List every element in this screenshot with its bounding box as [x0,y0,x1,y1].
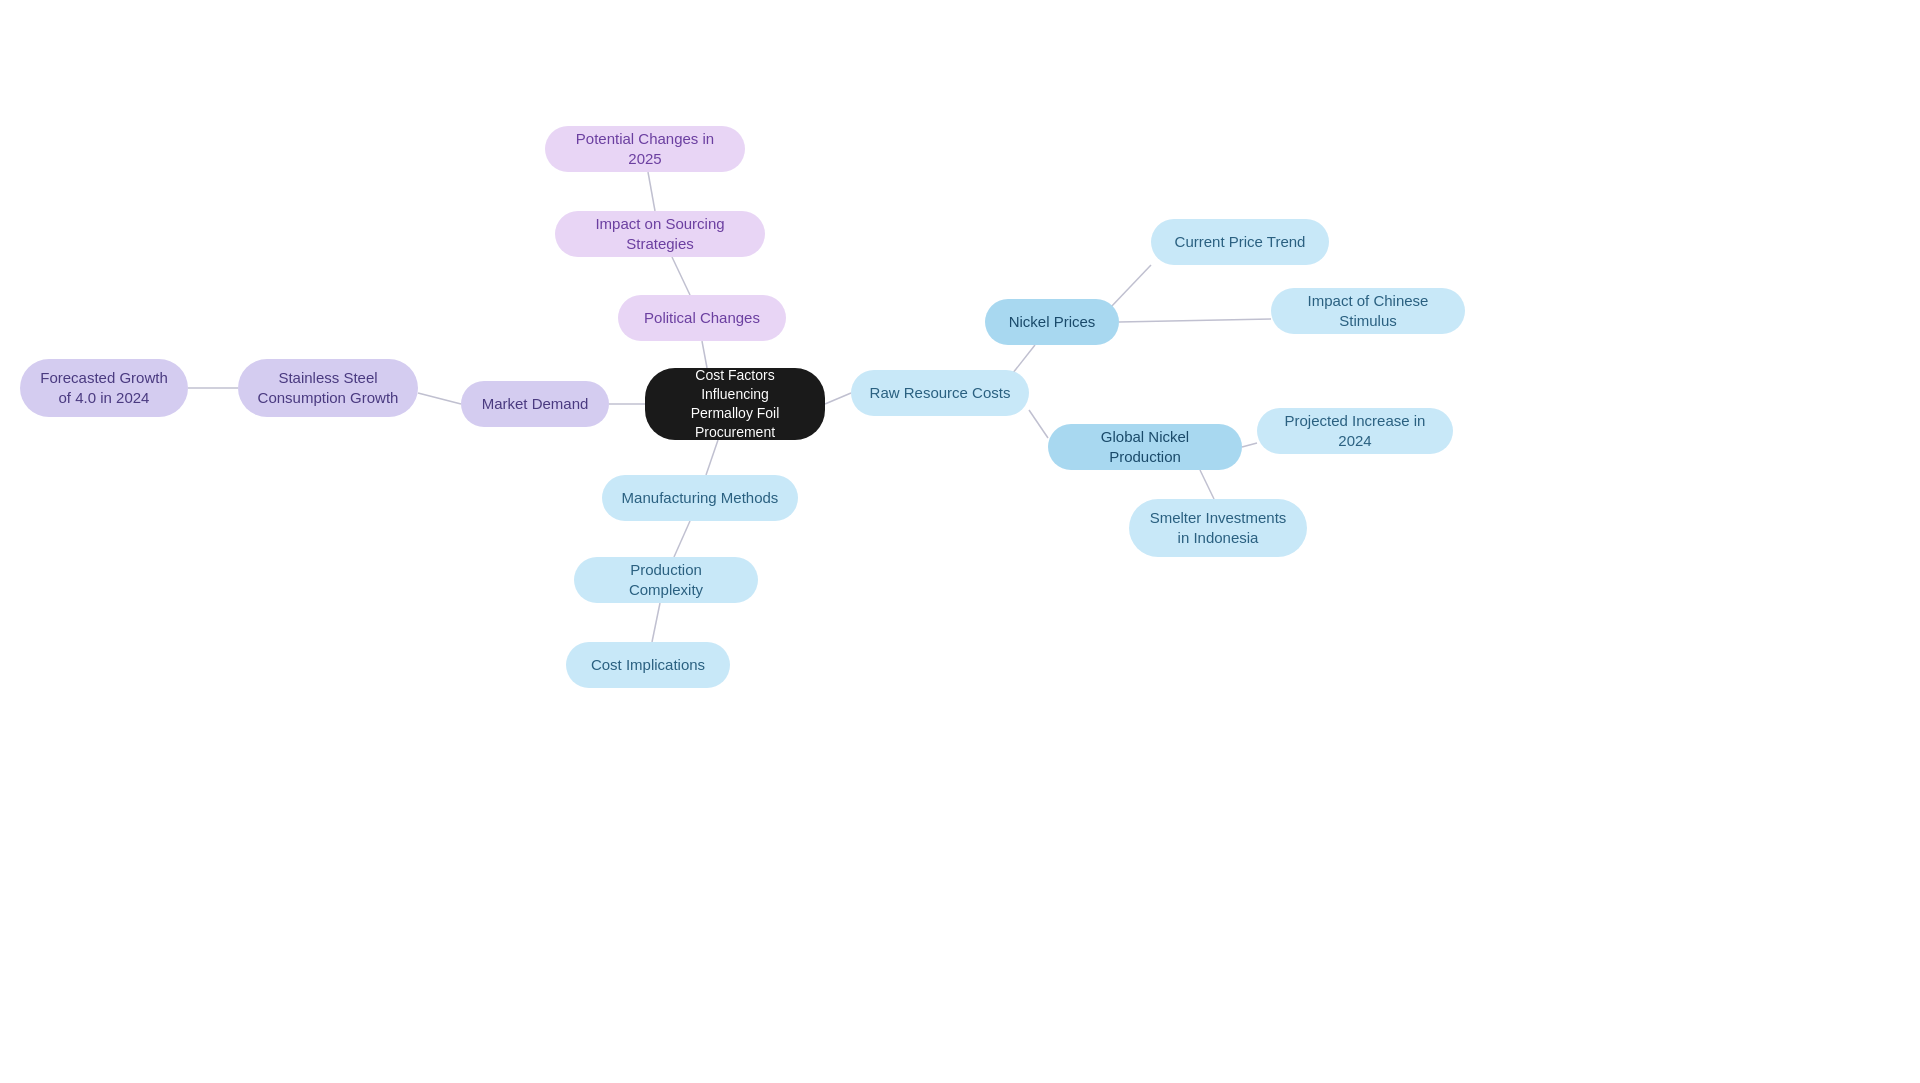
svg-line-11 [1110,265,1151,308]
svg-line-5 [648,172,655,211]
svg-line-3 [702,341,707,368]
svg-line-1 [418,393,461,404]
svg-line-13 [1029,410,1048,438]
svg-line-15 [1200,470,1214,499]
svg-line-9 [825,393,851,404]
svg-line-12 [1119,319,1271,322]
svg-line-4 [672,257,690,295]
svg-line-8 [652,603,660,642]
svg-line-10 [1009,345,1035,378]
svg-line-14 [1242,443,1257,447]
svg-line-6 [706,440,718,475]
svg-line-7 [674,521,690,557]
